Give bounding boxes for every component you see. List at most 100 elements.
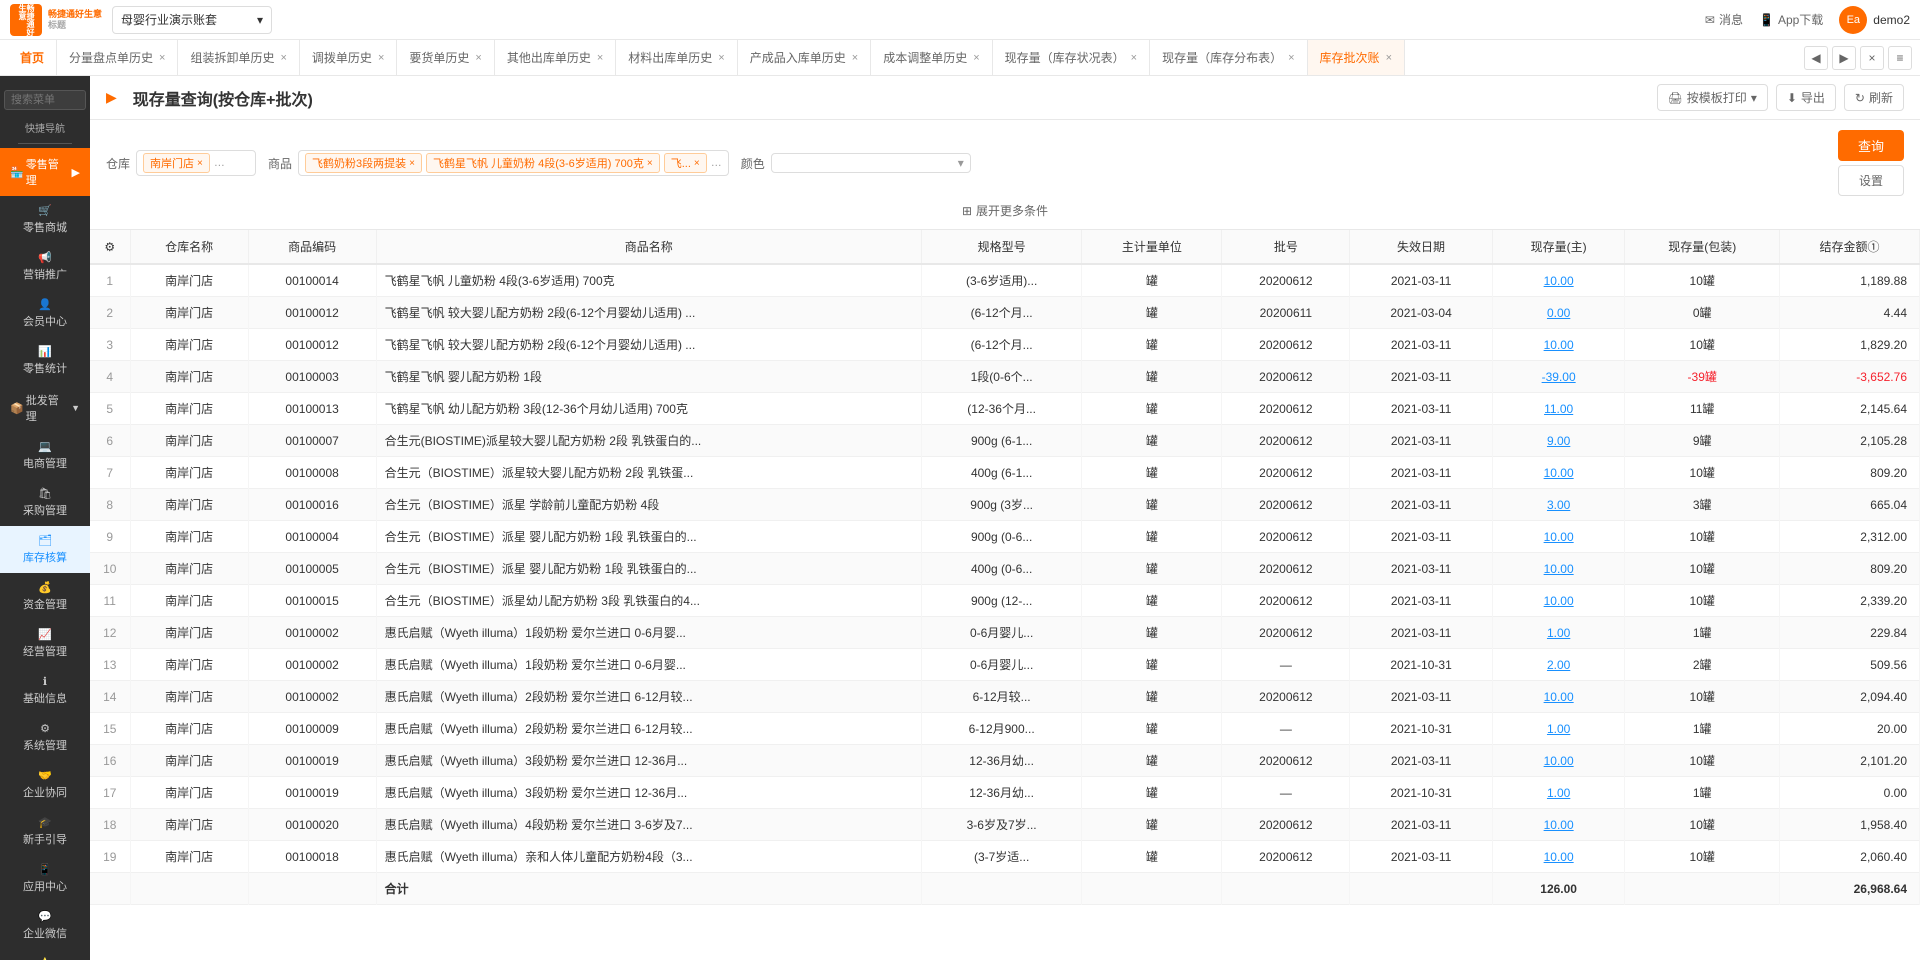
row-unit: 罐: [1082, 457, 1222, 489]
tab-next-btn[interactable]: ▶: [1832, 46, 1856, 70]
row-qty[interactable]: 11.00: [1492, 393, 1625, 425]
export-btn[interactable]: ⬇ 导出: [1776, 84, 1836, 111]
search-input[interactable]: [4, 90, 86, 110]
row-qty[interactable]: -39.00: [1492, 361, 1625, 393]
tab-close-all-btn[interactable]: ×: [1860, 46, 1884, 70]
tab-close-icon[interactable]: ×: [159, 52, 165, 64]
sidebar-item-retail-mgmt[interactable]: 🏪 零售管理 ▶: [0, 148, 90, 196]
sidebar-item-wechat[interactable]: 💬 企业微信: [0, 902, 90, 949]
tab-kucunpici[interactable]: 库存批次账 ×: [1308, 40, 1405, 76]
row-num: 3: [90, 329, 130, 361]
sidebar-item-enterprise[interactable]: 🤝 企业协同: [0, 761, 90, 808]
row-num: 1: [90, 264, 130, 297]
tab-close-icon[interactable]: ×: [378, 52, 384, 64]
warehouse-tag-nanan[interactable]: 南岸门店 ×: [143, 153, 210, 173]
sidebar-item-guide[interactable]: 🎓 新手引导: [0, 808, 90, 855]
row-qty[interactable]: 10.00: [1492, 553, 1625, 585]
tab-close-icon[interactable]: ×: [852, 52, 858, 64]
settings-btn[interactable]: 设置: [1838, 165, 1904, 196]
row-qty[interactable]: 10.00: [1492, 809, 1625, 841]
row-qty[interactable]: 1.00: [1492, 713, 1625, 745]
product-tag-2[interactable]: 飞鹤星飞帆 儿童奶粉 4段(3-6岁适用) 700克 ×: [426, 153, 660, 173]
row-qty[interactable]: 10.00: [1492, 681, 1625, 713]
sidebar-item-app-center[interactable]: 📱 应用中心: [0, 855, 90, 902]
row-amount: 2,101.20: [1779, 745, 1919, 777]
app-download-btn[interactable]: 📱 App下载: [1759, 11, 1823, 28]
product-filter-tags[interactable]: 飞鹤奶粉3段两提装 × 飞鹤星飞帆 儿童奶粉 4段(3-6岁适用) 700克 ×…: [298, 150, 729, 176]
row-qty[interactable]: 1.00: [1492, 777, 1625, 809]
row-qty[interactable]: 10.00: [1492, 329, 1625, 361]
sidebar-item-retail-stats[interactable]: 📊 零售统计: [0, 337, 90, 384]
sidebar-item-finance[interactable]: 💰 资金管理: [0, 573, 90, 620]
warehouse-filter-tags[interactable]: 南岸门店 × …: [136, 150, 256, 176]
tab-home[interactable]: 首页: [8, 40, 57, 76]
tab-chenbentu[interactable]: 成本调整单历史 ×: [871, 40, 992, 76]
product-tag-remove-2[interactable]: ×: [647, 158, 653, 169]
product-tag-remove-3[interactable]: ×: [694, 158, 700, 169]
row-qty[interactable]: 9.00: [1492, 425, 1625, 457]
product-tag-1[interactable]: 飞鹤奶粉3段两提装 ×: [305, 153, 422, 173]
tab-menu-btn[interactable]: ≡: [1888, 46, 1912, 70]
tab-close-icon[interactable]: ×: [1131, 52, 1137, 64]
sidebar-item-system[interactable]: ⚙ 系统管理: [0, 714, 90, 761]
tab-close-icon[interactable]: ×: [475, 52, 481, 64]
row-name: 合生元（BIOSTIME）派星较大婴儿配方奶粉 2段 乳铁蛋...: [376, 457, 921, 489]
sidebar-item-operations[interactable]: 📈 经营管理: [0, 620, 90, 667]
tab-close-icon[interactable]: ×: [1386, 52, 1392, 64]
row-qty[interactable]: 1.00: [1492, 617, 1625, 649]
sidebar-item-inventory[interactable]: 🗂 库存核算: [0, 526, 90, 573]
tab-zuzhangchaijian[interactable]: 组装拆卸单历史 ×: [178, 40, 299, 76]
th-settings[interactable]: ⚙: [90, 230, 130, 264]
sidebar-item-wholesale[interactable]: 📦 批发管理 ▼: [0, 384, 90, 432]
tab-close-icon[interactable]: ×: [280, 52, 286, 64]
row-unit: 罐: [1082, 553, 1222, 585]
tab-xiancunliang-fenbupiao[interactable]: 现存量（库存分布表） ×: [1150, 40, 1307, 76]
row-code: 00100002: [248, 681, 376, 713]
tab-chanchengpinruku[interactable]: 产成品入库单历史 ×: [738, 40, 871, 76]
tab-close-icon[interactable]: ×: [1288, 52, 1294, 64]
logo-title: 畅捷通好生意: [48, 9, 102, 20]
query-btn[interactable]: 查询: [1838, 130, 1904, 161]
sidebar-item-marketing[interactable]: 📢 营销推广: [0, 243, 90, 290]
toggle-arrow-btn[interactable]: ▶: [106, 89, 117, 106]
row-qty[interactable]: 10.00: [1492, 745, 1625, 777]
template-print-btn[interactable]: 🖨 按模板打印 ▾: [1657, 84, 1768, 111]
row-qty[interactable]: 3.00: [1492, 489, 1625, 521]
row-qty[interactable]: 10.00: [1492, 457, 1625, 489]
sidebar-item-purchase[interactable]: 🛍 采购管理: [0, 479, 90, 526]
tab-yaohuo[interactable]: 要货单历史 ×: [397, 40, 494, 76]
row-qty[interactable]: 0.00: [1492, 297, 1625, 329]
sidebar-item-basic-info[interactable]: ℹ 基础信息: [0, 667, 90, 714]
row-warehouse: 南岸门店: [130, 649, 248, 681]
tab-qitatachuku[interactable]: 其他出库单历史 ×: [495, 40, 616, 76]
tab-diaobodanhistory[interactable]: 调拨单历史 ×: [300, 40, 397, 76]
tab-cailiaochuku[interactable]: 材料出库单历史 ×: [616, 40, 737, 76]
refresh-btn[interactable]: ↻ 刷新: [1844, 84, 1904, 111]
tab-close-icon[interactable]: ×: [718, 52, 724, 64]
product-tag-3[interactable]: 飞... ×: [664, 153, 707, 173]
row-qty[interactable]: 2.00: [1492, 649, 1625, 681]
tab-close-icon[interactable]: ×: [973, 52, 979, 64]
sidebar-item-ecommerce[interactable]: 💻 电商管理: [0, 432, 90, 479]
warehouse-tag-remove[interactable]: ×: [197, 158, 203, 169]
row-qty[interactable]: 10.00: [1492, 521, 1625, 553]
sidebar-item-member[interactable]: 👤 会员中心: [0, 290, 90, 337]
product-tag-remove-1[interactable]: ×: [409, 158, 415, 169]
th-spec: 规格型号: [921, 230, 1082, 264]
sidebar-item-retail-mall[interactable]: 🛒 零售商城: [0, 196, 90, 243]
tab-fenliangpandian[interactable]: 分量盘点单历史 ×: [57, 40, 178, 76]
row-num: 2: [90, 297, 130, 329]
tab-xiancunliang-kuang[interactable]: 现存量（库存状况表） ×: [993, 40, 1150, 76]
row-num: 7: [90, 457, 130, 489]
tab-close-icon[interactable]: ×: [597, 52, 603, 64]
sidebar-item-vip[interactable]: ⭐ 畅会员: [0, 949, 90, 960]
row-qty[interactable]: 10.00: [1492, 841, 1625, 873]
row-qty[interactable]: 10.00: [1492, 264, 1625, 297]
color-filter-input[interactable]: ▾: [771, 153, 971, 173]
tab-prev-btn[interactable]: ◀: [1804, 46, 1828, 70]
row-code: 00100016: [248, 489, 376, 521]
row-qty[interactable]: 10.00: [1492, 585, 1625, 617]
warehouse-selector[interactable]: 母婴行业演示账套 ▾: [112, 6, 272, 34]
messages-btn[interactable]: ✉ 消息: [1705, 11, 1743, 28]
expand-btn[interactable]: ⊞ 展开更多条件: [962, 202, 1048, 219]
